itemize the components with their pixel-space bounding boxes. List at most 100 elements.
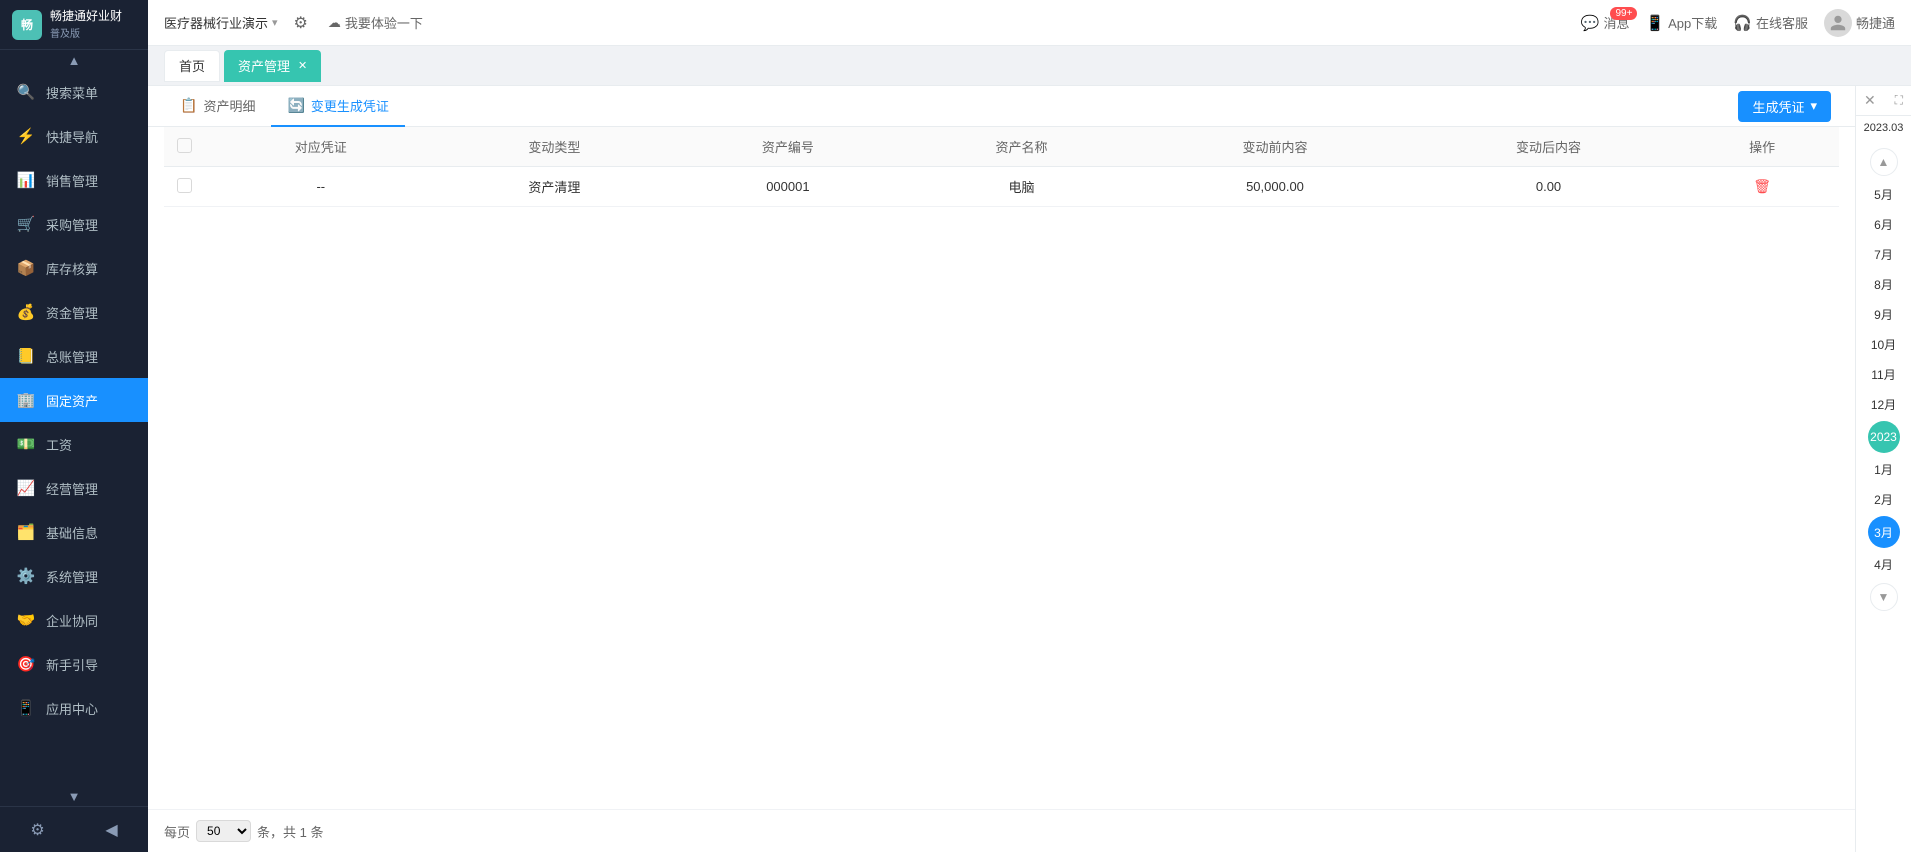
user-avatar-btn[interactable]: 畅捷通	[1824, 9, 1895, 37]
side-panel-expand-btn[interactable]: ⛶	[1895, 93, 1903, 108]
tab-close-icon[interactable]: ✕	[298, 59, 307, 72]
year-month-label: 2023.03	[1856, 116, 1911, 140]
sidebar-bottom: ⚙ ◀	[0, 806, 148, 852]
purchase-icon: 🛒	[16, 214, 36, 234]
calendar-month-12[interactable]: 12月	[1860, 390, 1907, 419]
logo-icon: 畅	[12, 10, 42, 40]
sub-tab-asset-detail[interactable]: 📋 资产明细	[164, 86, 271, 127]
calendar-month-8[interactable]: 8月	[1860, 270, 1907, 299]
header-settings-icon[interactable]: ⚙	[294, 13, 308, 33]
sales-icon: 📊	[16, 170, 36, 190]
calendar-month-7[interactable]: 7月	[1860, 240, 1907, 269]
calendar-month-5[interactable]: 5月	[1860, 180, 1907, 209]
sidebar-item-operations[interactable]: 📈 经营管理	[0, 466, 148, 510]
sidebar-item-search[interactable]: 🔍 搜索菜单	[0, 70, 148, 114]
cell-action[interactable]: 🗑	[1685, 167, 1839, 207]
fixed-assets-icon: 🏢	[16, 390, 36, 410]
row-checkbox-cell[interactable]	[164, 167, 204, 207]
company-name: 医疗器械行业演示	[164, 13, 268, 32]
calendar-month-3-current[interactable]: 3月	[1868, 516, 1900, 548]
sidebar-item-inventory[interactable]: 📦 库存核算	[0, 246, 148, 290]
sidebar-item-quick-nav[interactable]: ⚡ 快捷导航	[0, 114, 148, 158]
sidebar-settings-btn[interactable]: ⚙	[30, 820, 44, 840]
app-center-icon: 📱	[16, 698, 36, 718]
tab-asset-mgmt[interactable]: 资产管理 ✕	[224, 50, 321, 82]
sidebar-scroll-down[interactable]: ▼	[0, 786, 148, 806]
calendar-month-10[interactable]: 10月	[1860, 330, 1907, 359]
inventory-icon: 📦	[16, 258, 36, 278]
per-page-label: 每页	[164, 822, 190, 841]
calendar-month-11[interactable]: 11月	[1860, 360, 1907, 389]
header: 医疗器械行业演示 ▾ ⚙ ☁ 我要体验一下 💬 消息 99+ 📱 App下载 🎧…	[148, 0, 1911, 46]
calendar-scroll: ▲ 5月 6月 7月 8月 9月 10月 11月 12月 2023 1月 2月 …	[1856, 140, 1911, 852]
calendar-month-2[interactable]: 2月	[1860, 485, 1907, 514]
per-page-select[interactable]: 50 10 20 100	[196, 820, 251, 842]
ledger-icon: 📒	[16, 346, 36, 366]
col-action: 操作	[1685, 127, 1839, 167]
sidebar-item-app-center[interactable]: 📱 应用中心	[0, 686, 148, 730]
calendar-month-6[interactable]: 6月	[1860, 210, 1907, 239]
salary-icon: 💵	[16, 434, 36, 454]
data-table: 对应凭证 变动类型 资产编号 资产名称 变动前内容 变动后内容 操作	[164, 127, 1839, 207]
sidebar-item-salary[interactable]: 💵 工资	[0, 422, 148, 466]
col-asset-code: 资产编号	[671, 127, 905, 167]
sidebar-item-purchase[interactable]: 🛒 采购管理	[0, 202, 148, 246]
sidebar-item-basic-info[interactable]: 🗂️ 基础信息	[0, 510, 148, 554]
sub-tab-change-voucher[interactable]: 🔄 变更生成凭证	[271, 86, 404, 127]
funds-icon: 💰	[16, 302, 36, 322]
col-voucher: 对应凭证	[204, 127, 438, 167]
sidebar-item-guide[interactable]: 🎯 新手引导	[0, 642, 148, 686]
company-arrow-icon: ▾	[272, 16, 278, 29]
cell-before-change: 50,000.00	[1138, 167, 1412, 207]
app-download-icon: 📱	[1645, 14, 1664, 32]
delete-btn[interactable]: 🗑	[1753, 178, 1771, 194]
sidebar: 畅 畅捷通好业财 普及版 ▲ 🔍 搜索菜单 ⚡ 快捷导航 📊 销售管理 🛒 采购…	[0, 0, 148, 852]
dropdown-icon: ▾	[1810, 98, 1817, 114]
sub-tabs: 📋 资产明细 🔄 变更生成凭证 生成凭证 ▾	[148, 86, 1855, 127]
basic-info-icon: 🗂️	[16, 522, 36, 542]
calendar-month-4[interactable]: 4月	[1860, 550, 1907, 579]
total-label: 条，共 1 条	[257, 822, 323, 841]
customer-service-btn[interactable]: 🎧 在线客服	[1733, 13, 1808, 32]
pagination: 每页 50 10 20 100 条，共 1 条	[148, 809, 1855, 852]
asset-detail-icon: 📋	[180, 97, 197, 114]
tab-home[interactable]: 首页	[164, 50, 220, 82]
feedback-btn[interactable]: ☁ 我要体验一下	[328, 13, 423, 32]
company-selector[interactable]: 医疗器械行业演示 ▾	[164, 13, 278, 32]
col-change-type: 变动类型	[438, 127, 672, 167]
sidebar-item-ledger[interactable]: 📒 总账管理	[0, 334, 148, 378]
system-icon: ⚙️	[16, 566, 36, 586]
col-after-change: 变动后内容	[1412, 127, 1686, 167]
generate-voucher-btn[interactable]: 生成凭证 ▾	[1738, 91, 1831, 122]
header-right: 💬 消息 99+ 📱 App下载 🎧 在线客服 畅捷通	[1581, 9, 1895, 37]
calendar-scroll-down-btn[interactable]: ▼	[1870, 583, 1898, 611]
calendar-month-9[interactable]: 9月	[1860, 300, 1907, 329]
operations-icon: 📈	[16, 478, 36, 498]
sidebar-item-enterprise[interactable]: 🤝 企业协同	[0, 598, 148, 642]
side-panel-close-btn[interactable]: ✕	[1864, 92, 1876, 109]
sidebar-collapse-btn[interactable]: ◀	[105, 820, 117, 840]
customer-service-icon: 🎧	[1733, 14, 1752, 32]
cell-asset-name: 电脑	[905, 167, 1139, 207]
tabs-bar: 首页 资产管理 ✕	[148, 46, 1911, 86]
table-row: -- 资产清理 000001 电脑 50,000.00 0.00 🗑	[164, 167, 1839, 207]
sidebar-item-funds[interactable]: 💰 资金管理	[0, 290, 148, 334]
message-btn[interactable]: 💬 消息 99+	[1581, 13, 1630, 32]
cell-change-type: 资产清理	[438, 167, 672, 207]
sidebar-menu: 🔍 搜索菜单 ⚡ 快捷导航 📊 销售管理 🛒 采购管理 📦 库存核算 💰 资金管…	[0, 70, 148, 786]
change-voucher-icon: 🔄	[287, 97, 304, 114]
sidebar-logo: 畅 畅捷通好业财 普及版	[0, 0, 148, 50]
row-checkbox[interactable]	[177, 178, 192, 193]
calendar-year-2023[interactable]: 2023	[1868, 421, 1900, 453]
col-asset-name: 资产名称	[905, 127, 1139, 167]
app-download-btn[interactable]: 📱 App下载	[1645, 13, 1717, 32]
sidebar-item-system[interactable]: ⚙️ 系统管理	[0, 554, 148, 598]
sidebar-scroll-up[interactable]: ▲	[0, 50, 148, 70]
calendar-scroll-up-btn[interactable]: ▲	[1870, 148, 1898, 176]
logo-text: 畅捷通好业财 普及版	[50, 9, 122, 40]
select-all-checkbox[interactable]	[177, 138, 192, 153]
sidebar-item-sales[interactable]: 📊 销售管理	[0, 158, 148, 202]
calendar-month-1[interactable]: 1月	[1860, 455, 1907, 484]
sidebar-item-fixed-assets[interactable]: 🏢 固定资产	[0, 378, 148, 422]
select-all-header[interactable]	[164, 127, 204, 167]
